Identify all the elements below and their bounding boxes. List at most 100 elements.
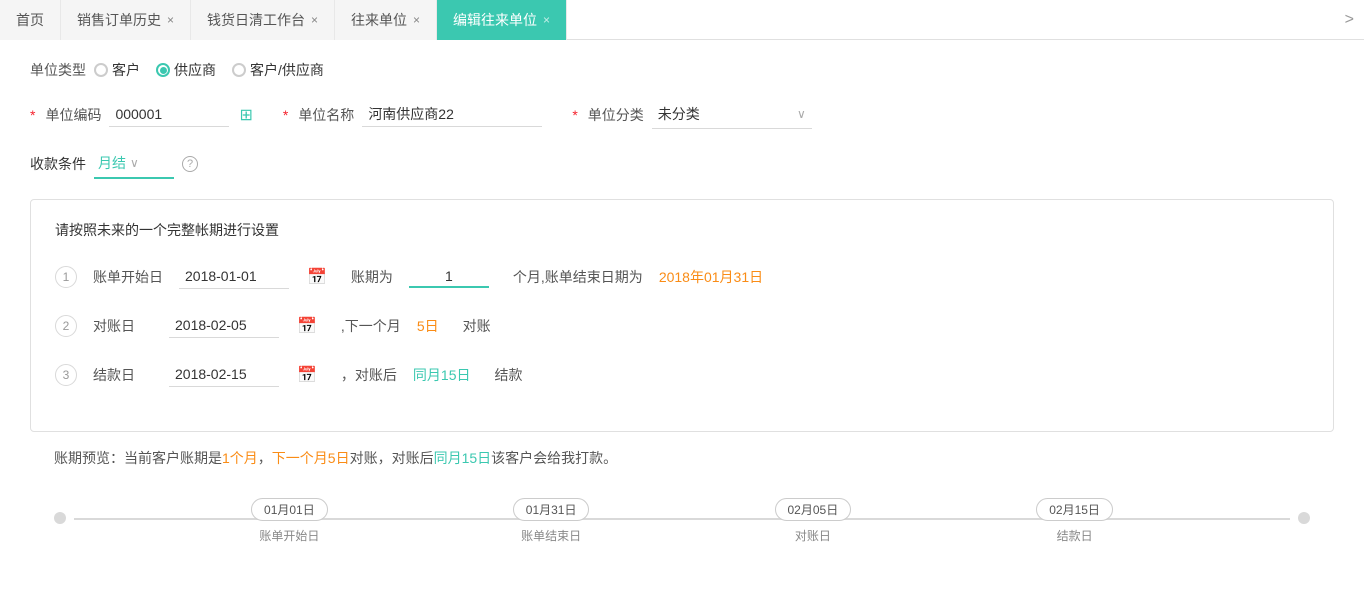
tab-cashflow-label: 钱货日清工作台 (207, 10, 305, 30)
timeline-label-2: 对账日 (795, 527, 831, 544)
radio-supplier-circle[interactable] (156, 63, 170, 77)
unit-info-row: * 单位编码 ⊞ * 单位名称 * 单位分类 未分类 ∨ (30, 100, 1334, 129)
unit-code-copy-icon[interactable]: ⊞ (239, 105, 252, 125)
timeline-point-3: 02月15日 结款日 (1036, 498, 1113, 544)
step1-row: 1 账单开始日 📅 账期为 个月,账单结束日期为 2018年01月31日 (55, 264, 1309, 289)
unit-code-label: 单位编码 (45, 105, 101, 125)
step2-row: 2 对账日 📅 ,下一个月 5日 对账 (55, 313, 1309, 338)
timeline: 01月01日 账单开始日 01月31日 账单结束日 02月05日 对账日 02月… (54, 488, 1310, 564)
payment-condition-value: 月结 (98, 153, 126, 173)
unit-type-field: 单位类型 客户 供应商 客户/供应商 (30, 60, 324, 80)
timeline-badge-3: 02月15日 (1036, 498, 1113, 521)
step2-desc-prefix: ,下一个月 (341, 316, 401, 336)
radio-customer-circle[interactable] (94, 63, 108, 77)
step3-calendar-icon[interactable]: 📅 (297, 365, 317, 385)
radio-both-circle[interactable] (232, 63, 246, 77)
unit-name-input[interactable] (362, 102, 542, 127)
payment-condition-label: 收款条件 (30, 154, 86, 174)
unit-category-label: 单位分类 (588, 105, 644, 125)
unit-type-radio-group: 客户 供应商 客户/供应商 (94, 60, 324, 80)
tab-home-label: 首页 (16, 10, 44, 30)
tab-partner-close[interactable]: × (413, 13, 420, 27)
tab-partner-label: 往来单位 (351, 10, 407, 30)
preview-part3: 同月15日 (434, 450, 492, 466)
step1-desc-suffix: 个月,账单结束日期为 (513, 267, 643, 287)
step1-label: 账单开始日 (93, 267, 163, 287)
preview-end: 该客户会给我打款。 (491, 450, 617, 466)
radio-supplier-label: 供应商 (174, 60, 216, 80)
timeline-badge-1: 01月31日 (513, 498, 590, 521)
preview-label: 账期预览：当前客户账期是 (54, 450, 222, 466)
step1-date-input[interactable] (179, 264, 289, 289)
tab-edit-partner-close[interactable]: × (543, 13, 550, 27)
timeline-label-1: 账单结束日 (521, 527, 581, 544)
period-title: 请按照未来的一个完整帐期进行设置 (55, 220, 1309, 240)
timeline-point-1: 01月31日 账单结束日 (513, 498, 590, 544)
step1-months-input[interactable] (409, 266, 489, 288)
timeline-badge-2: 02月05日 (775, 498, 852, 521)
unit-name-required: * (283, 107, 288, 123)
unit-name-label: 单位名称 (298, 105, 354, 125)
timeline-label-0: 账单开始日 (259, 527, 319, 544)
step1-desc-prefix: 账期为 (351, 267, 393, 287)
preview-mid: 对账，对账后 (350, 450, 434, 466)
step2-desc-suffix: 对账 (463, 316, 491, 336)
preview-text: 账期预览：当前客户账期是1个月，下一个月5日对账，对账后同月15日该客户会给我打… (54, 448, 1310, 468)
step3-row: 3 结款日 📅 ，对账后 同月15日 结款 (55, 362, 1309, 387)
preview-sep1: ， (258, 450, 272, 466)
payment-condition-chevron-icon: ∨ (130, 156, 139, 170)
unit-code-required: * (30, 107, 35, 123)
timeline-point-0: 01月01日 账单开始日 (251, 498, 328, 544)
radio-supplier[interactable]: 供应商 (156, 60, 216, 80)
tab-edit-partner[interactable]: 编辑往来单位 × (437, 0, 567, 40)
step3-date-input[interactable] (169, 362, 279, 387)
tab-more-button[interactable]: > (1335, 11, 1364, 29)
tab-sales-history-close[interactable]: × (167, 13, 174, 27)
tab-edit-partner-label: 编辑往来单位 (453, 10, 537, 30)
step1-calendar-icon[interactable]: 📅 (307, 267, 327, 287)
radio-customer[interactable]: 客户 (94, 60, 140, 80)
tab-more-icon: > (1345, 11, 1354, 28)
unit-category-value: 未分类 (658, 104, 793, 124)
step2-calendar-icon[interactable]: 📅 (297, 316, 317, 336)
preview-section: 账期预览：当前客户账期是1个月，下一个月5日对账，对账后同月15日该客户会给我打… (30, 432, 1334, 564)
timeline-label-3: 结款日 (1057, 527, 1093, 544)
tab-cashflow-close[interactable]: × (311, 13, 318, 27)
radio-customer-label: 客户 (112, 60, 140, 80)
preview-part2: 下一个月5日 (272, 450, 350, 466)
payment-condition-row: 收款条件 月结 ∨ ? (30, 149, 1334, 179)
timeline-badge-0: 01月01日 (251, 498, 328, 521)
unit-category-chevron-icon: ∨ (797, 107, 806, 121)
tab-cashflow[interactable]: 钱货日清工作台 × (191, 0, 335, 40)
radio-both[interactable]: 客户/供应商 (232, 60, 324, 80)
period-settings-box: 请按照未来的一个完整帐期进行设置 1 账单开始日 📅 账期为 个月,账单结束日期… (30, 199, 1334, 432)
step1-end-date: 2018年01月31日 (659, 267, 763, 287)
step2-date-input[interactable] (169, 313, 279, 338)
step2-highlight: 5日 (417, 316, 439, 336)
unit-category-field: * 单位分类 未分类 ∨ (572, 100, 811, 129)
step3-num: 3 (55, 364, 77, 386)
unit-name-field: * 单位名称 (283, 102, 542, 127)
step3-desc-prefix: ，对账后 (341, 365, 397, 385)
timeline-point-2: 02月05日 对账日 (775, 498, 852, 544)
unit-code-input[interactable] (109, 102, 229, 127)
payment-condition-help-icon[interactable]: ? (182, 156, 198, 172)
unit-type-label: 单位类型 (30, 60, 86, 80)
step3-highlight: 同月15日 (413, 365, 471, 385)
unit-type-row: 单位类型 客户 供应商 客户/供应商 (30, 60, 1334, 80)
payment-condition-select[interactable]: 月结 ∨ (94, 149, 174, 179)
step1-num: 1 (55, 266, 77, 288)
tab-partner[interactable]: 往来单位 × (335, 0, 437, 40)
tab-sales-history[interactable]: 销售订单历史 × (61, 0, 191, 40)
step2-num: 2 (55, 315, 77, 337)
tabs-bar: 首页 销售订单历史 × 钱货日清工作台 × 往来单位 × 编辑往来单位 × > (0, 0, 1364, 40)
unit-category-select[interactable]: 未分类 ∨ (652, 100, 812, 129)
tab-home[interactable]: 首页 (0, 0, 61, 40)
step3-desc-suffix: 结款 (495, 365, 523, 385)
preview-part1: 1个月 (222, 450, 258, 466)
tab-sales-history-label: 销售订单历史 (77, 10, 161, 30)
step3-label: 结款日 (93, 365, 153, 385)
main-content: 单位类型 客户 供应商 客户/供应商 * 单位编码 (0, 40, 1364, 608)
step2-label: 对账日 (93, 316, 153, 336)
radio-both-label: 客户/供应商 (250, 60, 324, 80)
